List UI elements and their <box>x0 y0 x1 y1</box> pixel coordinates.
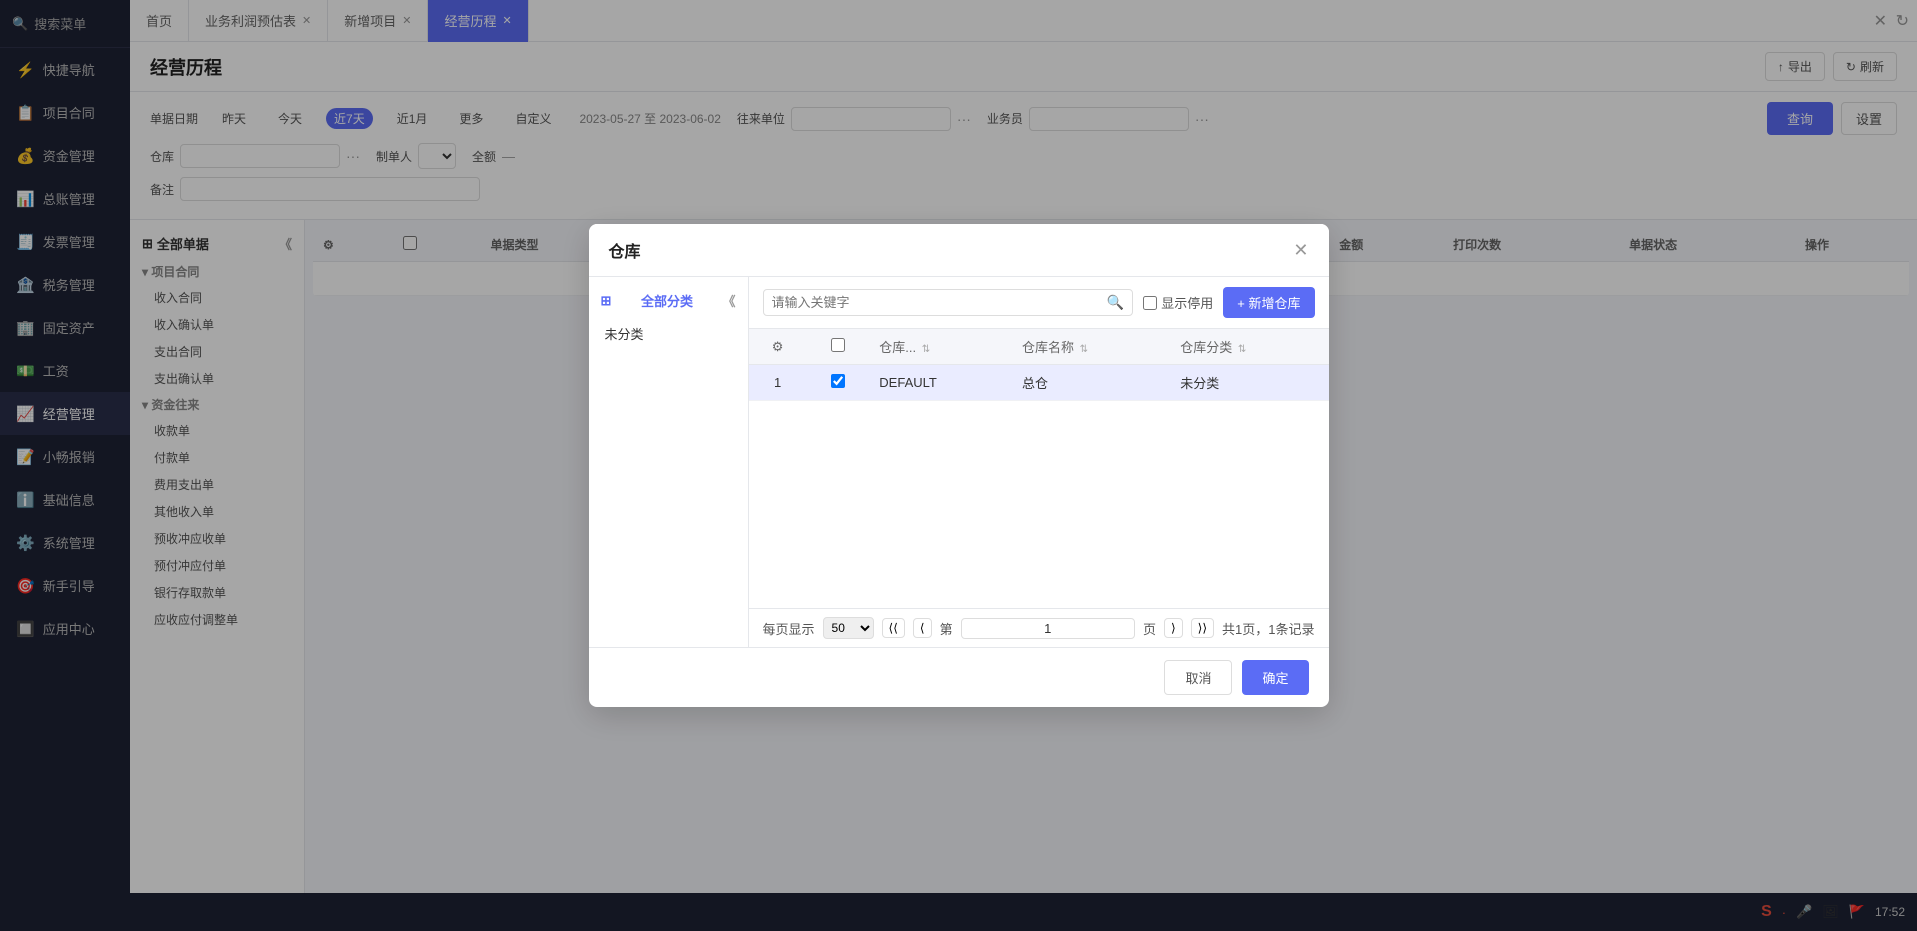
show-disabled-text: 显示停用 <box>1161 293 1213 312</box>
modal-th-category: 仓库分类 ⇅ <box>1170 329 1328 365</box>
modal-header: 仓库 ✕ <box>589 224 1329 277</box>
modal-table-wrap: ⚙ 仓库... ⇅ 仓库名称 ⇅ <box>749 329 1329 608</box>
modal-table-header-row: ⚙ 仓库... ⇅ 仓库名称 ⇅ <box>749 329 1329 365</box>
modal-total-text: 共1页，1条记录 <box>1222 619 1314 638</box>
modal-th-name: 仓库名称 ⇅ <box>1012 329 1170 365</box>
modal-last-page-btn[interactable]: ⟩⟩ <box>1191 618 1214 638</box>
modal-right: 🔍 显示停用 + 新增仓库 ⚙ <box>749 277 1329 647</box>
warehouse-modal: 仓库 ✕ ⊞ 全部分类 《 未分类 🔍 <box>589 224 1329 707</box>
modal-select-all-checkbox[interactable] <box>831 338 845 352</box>
modal-th-code: 仓库... ⇅ <box>869 329 1012 365</box>
modal-body: ⊞ 全部分类 《 未分类 🔍 显示停用 <box>589 277 1329 647</box>
modal-page-label: 第 <box>940 619 953 638</box>
modal-search-input[interactable] <box>772 295 1101 310</box>
modal-cat-all-label[interactable]: 全部分类 <box>641 291 693 310</box>
row-checkbox[interactable] <box>831 374 845 388</box>
modal-page-input[interactable] <box>961 618 1135 639</box>
sort-icon: ⇅ <box>1238 344 1246 355</box>
modal-categories: ⊞ 全部分类 《 未分类 <box>589 277 749 647</box>
modal-pagination: 每页显示 50 20 100 ⟨⟨ ⟨ 第 页 ⟩ ⟩⟩ 共1页，1条记录 <box>749 608 1329 647</box>
sort-icon: ⇅ <box>922 344 930 355</box>
modal-th-settings: ⚙ <box>749 329 807 365</box>
modal-per-page-select[interactable]: 50 20 100 <box>823 617 874 639</box>
add-warehouse-button[interactable]: + 新增仓库 <box>1223 287 1314 318</box>
modal-collapse-btn[interactable]: 《 <box>722 291 735 310</box>
modal-row-checkbox[interactable] <box>807 365 870 401</box>
modal-search-icon: 🔍 <box>1107 294 1124 311</box>
sort-icon: ⇅ <box>1080 344 1088 355</box>
modal-row-name: 总仓 <box>1012 365 1170 401</box>
modal-footer: 取消 确定 <box>589 647 1329 707</box>
modal-cat-header: ⊞ 全部分类 《 <box>589 285 748 316</box>
show-disabled-label[interactable]: 显示停用 <box>1143 293 1213 312</box>
modal-toolbar: 🔍 显示停用 + 新增仓库 <box>749 277 1329 329</box>
modal-close-btn[interactable]: ✕ <box>1293 240 1308 261</box>
modal-row-code: DEFAULT <box>869 365 1012 401</box>
modal-overlay: 仓库 ✕ ⊞ 全部分类 《 未分类 🔍 <box>0 0 1917 931</box>
modal-next-page-btn[interactable]: ⟩ <box>1164 618 1183 638</box>
modal-cat-uncategorized[interactable]: 未分类 <box>589 316 748 351</box>
modal-th-checkbox <box>807 329 870 365</box>
confirm-button[interactable]: 确定 <box>1242 660 1308 695</box>
show-disabled-checkbox[interactable] <box>1143 296 1157 310</box>
modal-per-page-label: 每页显示 <box>763 619 815 638</box>
modal-row-category: 未分类 <box>1170 365 1328 401</box>
modal-row-index: 1 <box>749 365 807 401</box>
grid-icon: ⊞ <box>601 293 612 309</box>
modal-first-page-btn[interactable]: ⟨⟨ <box>882 618 905 638</box>
modal-title: 仓库 <box>609 238 641 262</box>
modal-prev-page-btn[interactable]: ⟨ <box>913 618 932 638</box>
modal-search-wrap: 🔍 <box>763 289 1134 316</box>
modal-table-row[interactable]: 1 DEFAULT 总仓 未分类 <box>749 365 1329 401</box>
modal-page-unit: 页 <box>1143 619 1156 638</box>
modal-table: ⚙ 仓库... ⇅ 仓库名称 ⇅ <box>749 329 1329 401</box>
cancel-button[interactable]: 取消 <box>1164 660 1232 695</box>
